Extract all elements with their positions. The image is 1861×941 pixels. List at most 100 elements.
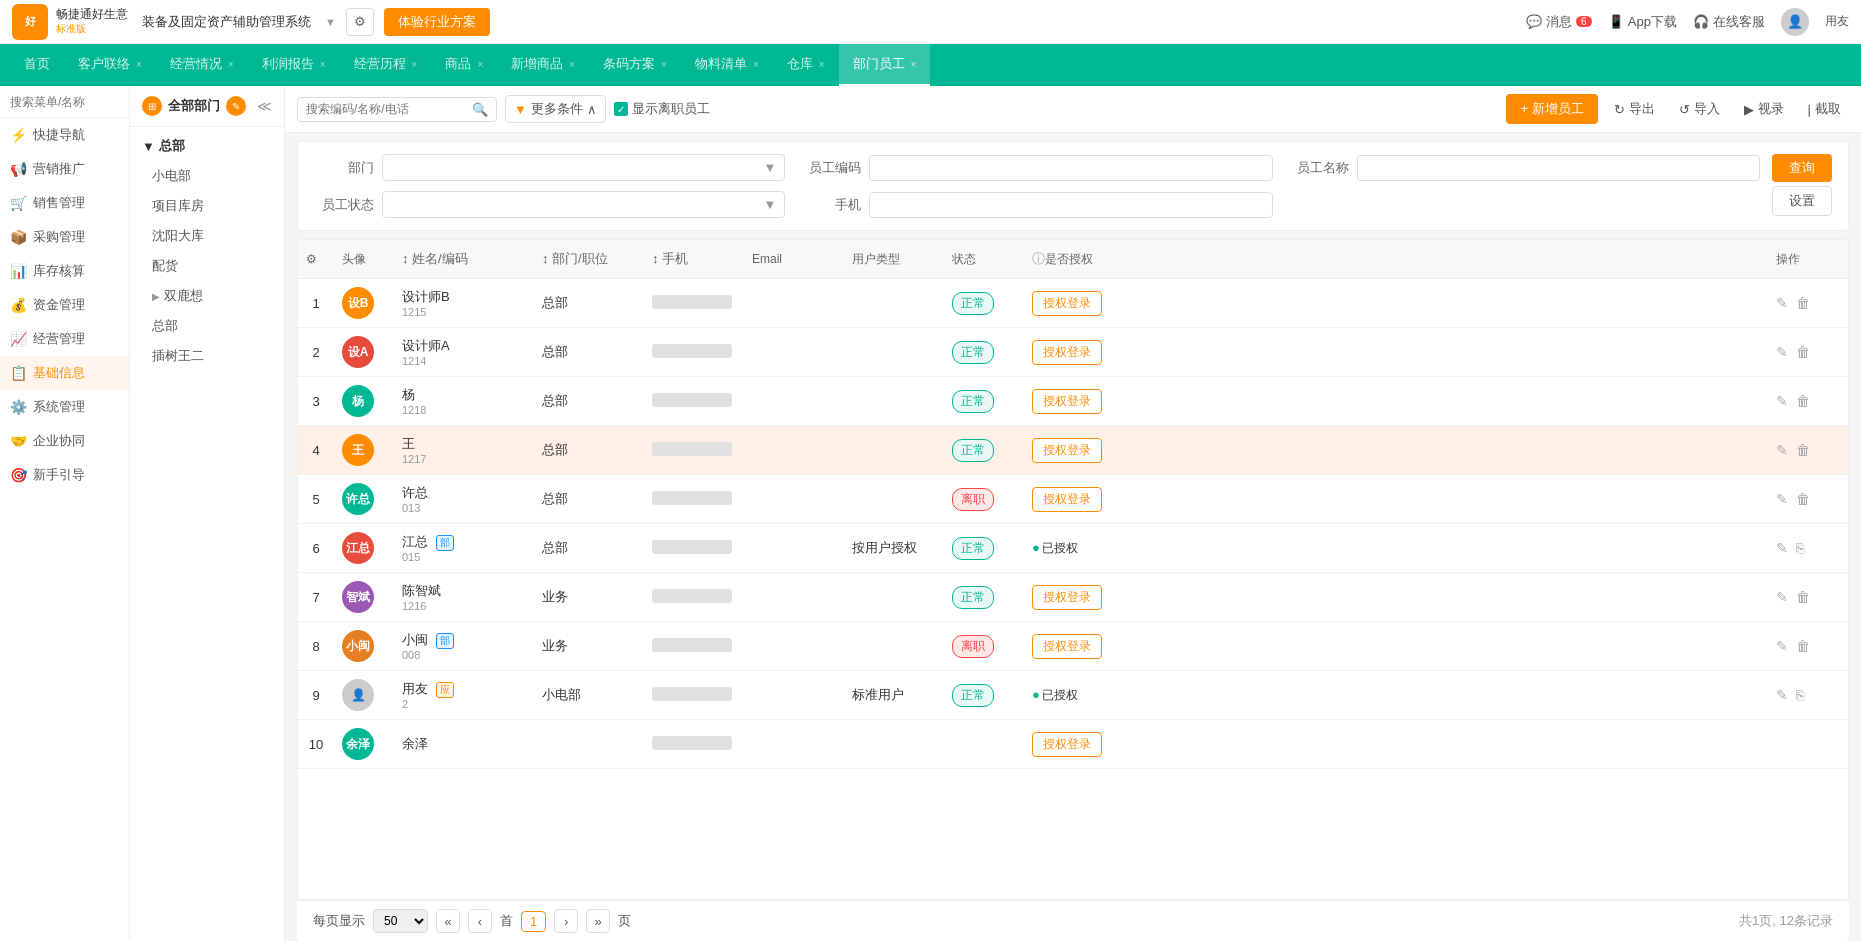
- dept-item-distribution[interactable]: 配货: [130, 251, 284, 281]
- empcode-filter-input[interactable]: [869, 155, 1272, 181]
- dept-item-small-elec[interactable]: 小电部: [130, 161, 284, 191]
- auth-button[interactable]: 授权登录: [1032, 487, 1102, 512]
- close-icon[interactable]: ×: [911, 59, 917, 70]
- delete-icon[interactable]: 🗑: [1796, 638, 1810, 654]
- auth-button[interactable]: 授权登录: [1032, 585, 1102, 610]
- delete-icon[interactable]: 🗑: [1796, 344, 1810, 360]
- gear-button[interactable]: ⚙: [346, 8, 374, 36]
- edit-icon[interactable]: ✎: [1776, 295, 1788, 311]
- dept-collapse-btn[interactable]: ≪: [257, 98, 272, 114]
- resigned-checkbox[interactable]: ✓: [614, 102, 628, 116]
- close-icon[interactable]: ×: [320, 59, 326, 70]
- tab-warehouse[interactable]: 仓库×: [773, 44, 839, 86]
- sidebar-item-system[interactable]: ⚙️ 系统管理: [0, 390, 129, 424]
- export-button[interactable]: ↻ 导出: [1606, 96, 1663, 122]
- dept-item-shuanglu[interactable]: ▶ 双鹿想: [130, 281, 284, 311]
- tab-goods[interactable]: 商品×: [431, 44, 497, 86]
- empname-filter-input[interactable]: [1357, 155, 1760, 181]
- tab-bom[interactable]: 物料清单×: [681, 44, 773, 86]
- tab-profit[interactable]: 利润报告×: [248, 44, 340, 86]
- status-filter-select[interactable]: ▼: [382, 191, 785, 218]
- tab-home[interactable]: 首页: [10, 44, 64, 86]
- more-filter-button[interactable]: ▼ 更多条件 ∧: [505, 95, 606, 123]
- col-name-code[interactable]: ↕ 姓名/编码: [394, 240, 534, 279]
- page-size-select[interactable]: 50 100: [373, 909, 428, 933]
- user-avatar[interactable]: 👤: [1781, 8, 1809, 36]
- sidebar-item-operation[interactable]: 📈 经营管理: [0, 322, 129, 356]
- delete-icon[interactable]: 🗑: [1796, 295, 1810, 311]
- edit-icon[interactable]: ✎: [1776, 540, 1788, 556]
- sidebar-search-input[interactable]: [10, 95, 130, 109]
- more-button[interactable]: | 截取: [1800, 96, 1849, 122]
- app-download-button[interactable]: 📱 App下载: [1608, 13, 1677, 31]
- edit-icon[interactable]: ✎: [1776, 344, 1788, 360]
- delete-icon[interactable]: 🗑: [1796, 491, 1810, 507]
- sidebar-item-basic-info[interactable]: 📋 基础信息: [0, 356, 129, 390]
- dept-edit-icon[interactable]: ✎: [226, 96, 246, 116]
- tab-barcode[interactable]: 条码方案×: [589, 44, 681, 86]
- next-page-button[interactable]: ›: [554, 909, 578, 933]
- message-button[interactable]: 💬 消息 6: [1526, 13, 1592, 31]
- add-employee-button[interactable]: + 新增员工: [1506, 94, 1597, 124]
- sidebar-item-marketing[interactable]: 📢 营销推广: [0, 152, 129, 186]
- last-page-button[interactable]: »: [586, 909, 610, 933]
- phone-filter-input[interactable]: [869, 192, 1272, 218]
- copy-icon[interactable]: ⎘: [1796, 687, 1804, 703]
- edit-icon[interactable]: ✎: [1776, 442, 1788, 458]
- auth-button[interactable]: 授权登录: [1032, 340, 1102, 365]
- col-dept-position[interactable]: ↕ 部门/职位: [534, 240, 644, 279]
- sidebar-item-sales[interactable]: 🛒 销售管理: [0, 186, 129, 220]
- edit-icon[interactable]: ✎: [1776, 638, 1788, 654]
- prev-page-button[interactable]: ‹: [468, 909, 492, 933]
- sidebar-item-purchase[interactable]: 📦 采购管理: [0, 220, 129, 254]
- tab-customer[interactable]: 客户联络×: [64, 44, 156, 86]
- sidebar-item-guide[interactable]: 🎯 新手引导: [0, 458, 129, 492]
- edit-icon[interactable]: ✎: [1776, 393, 1788, 409]
- sidebar-item-inventory[interactable]: 📊 库存核算: [0, 254, 129, 288]
- dept-item-general-hq[interactable]: ▼ 总部: [130, 131, 284, 161]
- sidebar-item-finance[interactable]: 💰 资金管理: [0, 288, 129, 322]
- dept-item-chashuwang[interactable]: 插树王二: [130, 341, 284, 371]
- copy-icon[interactable]: ⎘: [1796, 540, 1804, 556]
- close-icon[interactable]: ×: [136, 59, 142, 70]
- import-button[interactable]: ↺ 导入: [1671, 96, 1728, 122]
- close-icon[interactable]: ×: [819, 59, 825, 70]
- close-icon[interactable]: ×: [412, 59, 418, 70]
- close-icon[interactable]: ×: [569, 59, 575, 70]
- auth-button[interactable]: 授权登录: [1032, 634, 1102, 659]
- auth-button[interactable]: 授权登录: [1032, 732, 1102, 757]
- edit-icon[interactable]: ✎: [1776, 491, 1788, 507]
- main-search-input[interactable]: [306, 102, 466, 116]
- edit-icon[interactable]: ✎: [1776, 589, 1788, 605]
- close-icon[interactable]: ×: [753, 59, 759, 70]
- dept-item-hq-sub[interactable]: 总部: [130, 311, 284, 341]
- trial-button[interactable]: 体验行业方案: [384, 8, 490, 36]
- tab-operation[interactable]: 经营情况×: [156, 44, 248, 86]
- delete-icon[interactable]: 🗑: [1796, 442, 1810, 458]
- delete-icon[interactable]: 🗑: [1796, 589, 1810, 605]
- tab-department[interactable]: 部门员工×: [839, 44, 931, 86]
- close-icon[interactable]: ×: [228, 59, 234, 70]
- sidebar-item-collab[interactable]: 🤝 企业协同: [0, 424, 129, 458]
- dept-filter-select[interactable]: ▼: [382, 154, 785, 181]
- view-button[interactable]: ▶ 视录: [1736, 96, 1792, 122]
- show-resigned-toggle[interactable]: ✓ 显示离职员工: [614, 100, 710, 118]
- close-icon[interactable]: ×: [661, 59, 667, 70]
- col-phone[interactable]: ↕ 手机: [644, 240, 744, 279]
- online-service-button[interactable]: 🎧 在线客服: [1693, 13, 1765, 31]
- sidebar-item-quick-nav[interactable]: ⚡ 快捷导航: [0, 118, 129, 152]
- col-settings[interactable]: ⚙: [298, 240, 334, 279]
- auth-button[interactable]: 授权登录: [1032, 389, 1102, 414]
- title-dropdown-arrow[interactable]: ▼: [325, 16, 336, 28]
- dept-item-project-room[interactable]: 项目库房: [130, 191, 284, 221]
- tab-history[interactable]: 经营历程×: [340, 44, 432, 86]
- dept-item-shenyang[interactable]: 沈阳大库: [130, 221, 284, 251]
- auth-button[interactable]: 授权登录: [1032, 291, 1102, 316]
- delete-icon[interactable]: 🗑: [1796, 393, 1810, 409]
- edit-icon[interactable]: ✎: [1776, 687, 1788, 703]
- reset-button[interactable]: 设置: [1772, 186, 1832, 216]
- tab-add-goods[interactable]: 新增商品×: [497, 44, 589, 86]
- auth-button[interactable]: 授权登录: [1032, 438, 1102, 463]
- close-icon[interactable]: ×: [477, 59, 483, 70]
- first-page-button[interactable]: «: [436, 909, 460, 933]
